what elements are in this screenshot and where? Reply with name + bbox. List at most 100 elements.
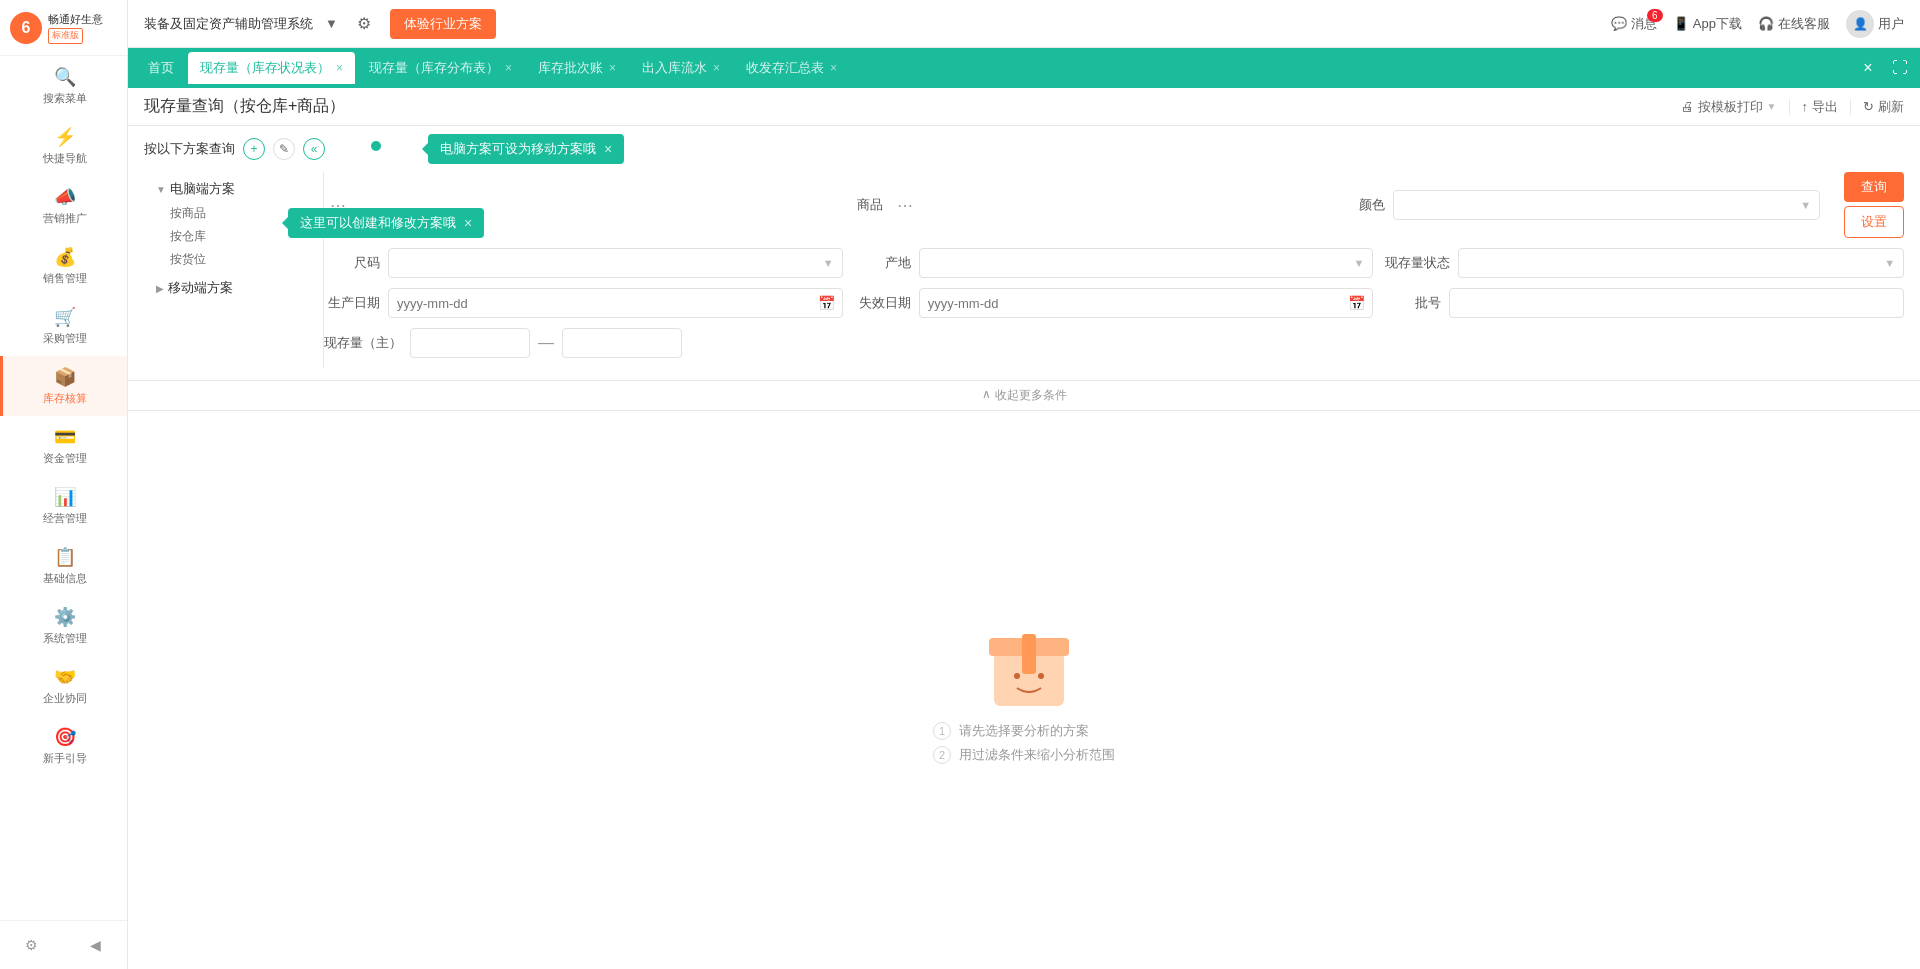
back-scheme-btn[interactable]: « — [303, 138, 325, 160]
stock-min-input[interactable] — [410, 328, 530, 358]
filter-label: 按以下方案查询 — [144, 140, 235, 158]
size-label: 尺码 — [324, 254, 380, 272]
tab-home[interactable]: 首页 — [136, 59, 186, 77]
stock-status-select[interactable]: ▼ — [1458, 248, 1904, 278]
user-btn[interactable]: 👤 用户 — [1846, 10, 1904, 38]
dropdown-arrow-icon: ▼ — [325, 16, 338, 31]
fullscreen-btn[interactable]: ⛶ — [1888, 56, 1912, 80]
refresh-btn[interactable]: ↻ 刷新 — [1863, 98, 1904, 116]
sidebar-item-search-menu[interactable]: 🔍 搜索菜单 — [0, 56, 127, 116]
tab-close-icon[interactable]: × — [713, 61, 720, 75]
online-service-label: 在线客服 — [1778, 15, 1830, 33]
arrow-icon: ▼ — [156, 184, 166, 195]
logo-text: 畅通好生意 标准版 — [48, 12, 103, 44]
sidebar-item-enterprise[interactable]: 🤝 企业协同 — [0, 656, 127, 716]
filter-header: 按以下方案查询 + ✎ « — [144, 138, 1904, 160]
app-download-btn[interactable]: 📱 App下载 — [1673, 15, 1742, 33]
stock-max-input[interactable] — [562, 328, 682, 358]
tab-inventory-status[interactable]: 现存量（库存状况表） × — [188, 52, 355, 84]
message-btn[interactable]: 💬 消息 6 — [1611, 15, 1657, 33]
sidebar-item-guide[interactable]: 🎯 新手引导 — [0, 716, 127, 776]
sidebar-item-operations[interactable]: 📊 经营管理 — [0, 476, 127, 536]
export-label: 导出 — [1812, 98, 1838, 116]
prod-date-calendar-icon[interactable]: 📅 — [818, 295, 835, 311]
header-settings-btn[interactable]: ⚙ — [350, 10, 378, 38]
sidebar-item-finance[interactable]: 💳 资金管理 — [0, 416, 127, 476]
sidebar: 6 畅通好生意 标准版 🔍 搜索菜单 ⚡ 快捷导航 📣 营销推广 💰 销售管理 … — [0, 0, 128, 969]
batch-input[interactable] — [1449, 288, 1904, 318]
size-select[interactable]: ▼ — [388, 248, 843, 278]
tab-inout-flow[interactable]: 出入库流水 × — [630, 52, 732, 84]
online-service-btn[interactable]: 🎧 在线客服 — [1758, 15, 1830, 33]
desktop-scheme-toggle[interactable]: ▼ 电脑端方案 — [156, 176, 323, 202]
sidebar-item-quick-nav[interactable]: ⚡ 快捷导航 — [0, 116, 127, 176]
tab-label: 库存批次账 — [538, 59, 603, 77]
scheme-tooltip: 电脑方案可设为移动方案哦 × — [428, 134, 624, 164]
sidebar-item-label: 采购管理 — [43, 331, 87, 346]
sidebar-item-label: 搜索菜单 — [43, 91, 87, 106]
sidebar-item-purchase[interactable]: 🛒 采购管理 — [0, 296, 127, 356]
empty-svg — [974, 616, 1084, 711]
close-all-tabs-btn[interactable]: × — [1856, 56, 1880, 80]
edit-tooltip-close-btn[interactable]: × — [464, 215, 472, 231]
expire-date-input[interactable] — [919, 288, 1374, 318]
settings-filter-btn[interactable]: 设置 — [1844, 206, 1904, 238]
app-download-label: App下载 — [1693, 15, 1742, 33]
empty-step-2: 2 用过滤条件来缩小分析范围 — [933, 746, 1115, 764]
color-select[interactable]: ▼ — [1393, 190, 1820, 220]
add-scheme-btn[interactable]: + — [243, 138, 265, 160]
print-btn[interactable]: 🖨 按模板打印 ▼ — [1681, 98, 1777, 116]
industry-btn[interactable]: 体验行业方案 — [390, 9, 496, 39]
svg-point-3 — [1014, 673, 1020, 679]
quick-nav-icon: ⚡ — [54, 126, 76, 148]
scheme-item-by-location[interactable]: 按货位 — [156, 248, 323, 271]
header-left: 装备及固定资产辅助管理系统 ▼ ⚙ 体验行业方案 — [144, 9, 496, 39]
export-btn[interactable]: ↑ 导出 — [1802, 98, 1839, 116]
sidebar-item-sales[interactable]: 💰 销售管理 — [0, 236, 127, 296]
message-badge: 6 — [1647, 9, 1663, 22]
top-header: 装备及固定资产辅助管理系统 ▼ ⚙ 体验行业方案 💬 消息 6 📱 App下载 … — [128, 0, 1920, 48]
divider — [1850, 99, 1851, 115]
mobile-scheme-toggle[interactable]: ▶ 移动端方案 — [156, 275, 323, 301]
product-more-btn[interactable]: ⋯ — [891, 191, 919, 219]
filter-body: ▼ 电脑端方案 按商品 按仓库 按货位 ▶ 移动端方案 — [144, 172, 1904, 368]
svg-point-4 — [1038, 673, 1044, 679]
color-select-arrow: ▼ — [1800, 199, 1811, 211]
prod-date-input[interactable] — [388, 288, 843, 318]
filter-field-size: 尺码 ▼ — [324, 248, 843, 278]
page-title: 现存量查询（按仓库+商品） — [144, 96, 345, 117]
system-dropdown[interactable]: ▼ — [325, 16, 338, 31]
sidebar-item-basic-info[interactable]: 📋 基础信息 — [0, 536, 127, 596]
size-select-arrow: ▼ — [823, 257, 834, 269]
step-1-label: 请先选择要分析的方案 — [959, 722, 1089, 740]
export-icon: ↑ — [1802, 99, 1809, 114]
tab-inventory-dist[interactable]: 现存量（库存分布表） × — [357, 52, 524, 84]
expire-date-calendar-icon[interactable]: 📅 — [1348, 295, 1365, 311]
sidebar-item-inventory[interactable]: 📦 库存核算 — [0, 356, 127, 416]
collapse-sidebar-btn[interactable]: ◀ — [81, 931, 109, 959]
tab-close-icon[interactable]: × — [505, 61, 512, 75]
sidebar-item-label: 企业协同 — [43, 691, 87, 706]
search-btn[interactable]: 查询 — [1844, 172, 1904, 202]
tab-bar: 首页 现存量（库存状况表） × 现存量（库存分布表） × 库存批次账 × 出入库… — [128, 48, 1920, 88]
filter-field-origin: 产地 ▼ — [855, 248, 1374, 278]
sidebar-item-system[interactable]: ⚙️ 系统管理 — [0, 596, 127, 656]
origin-select-arrow: ▼ — [1353, 257, 1364, 269]
sidebar-item-label: 营销推广 — [43, 211, 87, 226]
filter-field-batch: 批号 — [1385, 288, 1904, 318]
collapse-bar[interactable]: ∧ 收起更多条件 — [128, 381, 1920, 411]
tab-close-icon[interactable]: × — [336, 61, 343, 75]
filter-field-stock-main: 现存量（主） — — [324, 328, 1904, 358]
sidebar-item-label: 资金管理 — [43, 451, 87, 466]
connector-dot — [371, 141, 381, 151]
settings-footer-btn[interactable]: ⚙ — [18, 931, 46, 959]
edit-scheme-btn[interactable]: ✎ — [273, 138, 295, 160]
prod-date-wrapper: 📅 — [388, 288, 843, 318]
tab-close-icon[interactable]: × — [609, 61, 616, 75]
tab-batch-ledger[interactable]: 库存批次账 × — [526, 52, 628, 84]
origin-select[interactable]: ▼ — [919, 248, 1374, 278]
scheme-tooltip-close-btn[interactable]: × — [604, 141, 612, 157]
sidebar-item-marketing[interactable]: 📣 营销推广 — [0, 176, 127, 236]
tab-receipt-summary[interactable]: 收发存汇总表 × — [734, 52, 849, 84]
tab-close-icon[interactable]: × — [830, 61, 837, 75]
